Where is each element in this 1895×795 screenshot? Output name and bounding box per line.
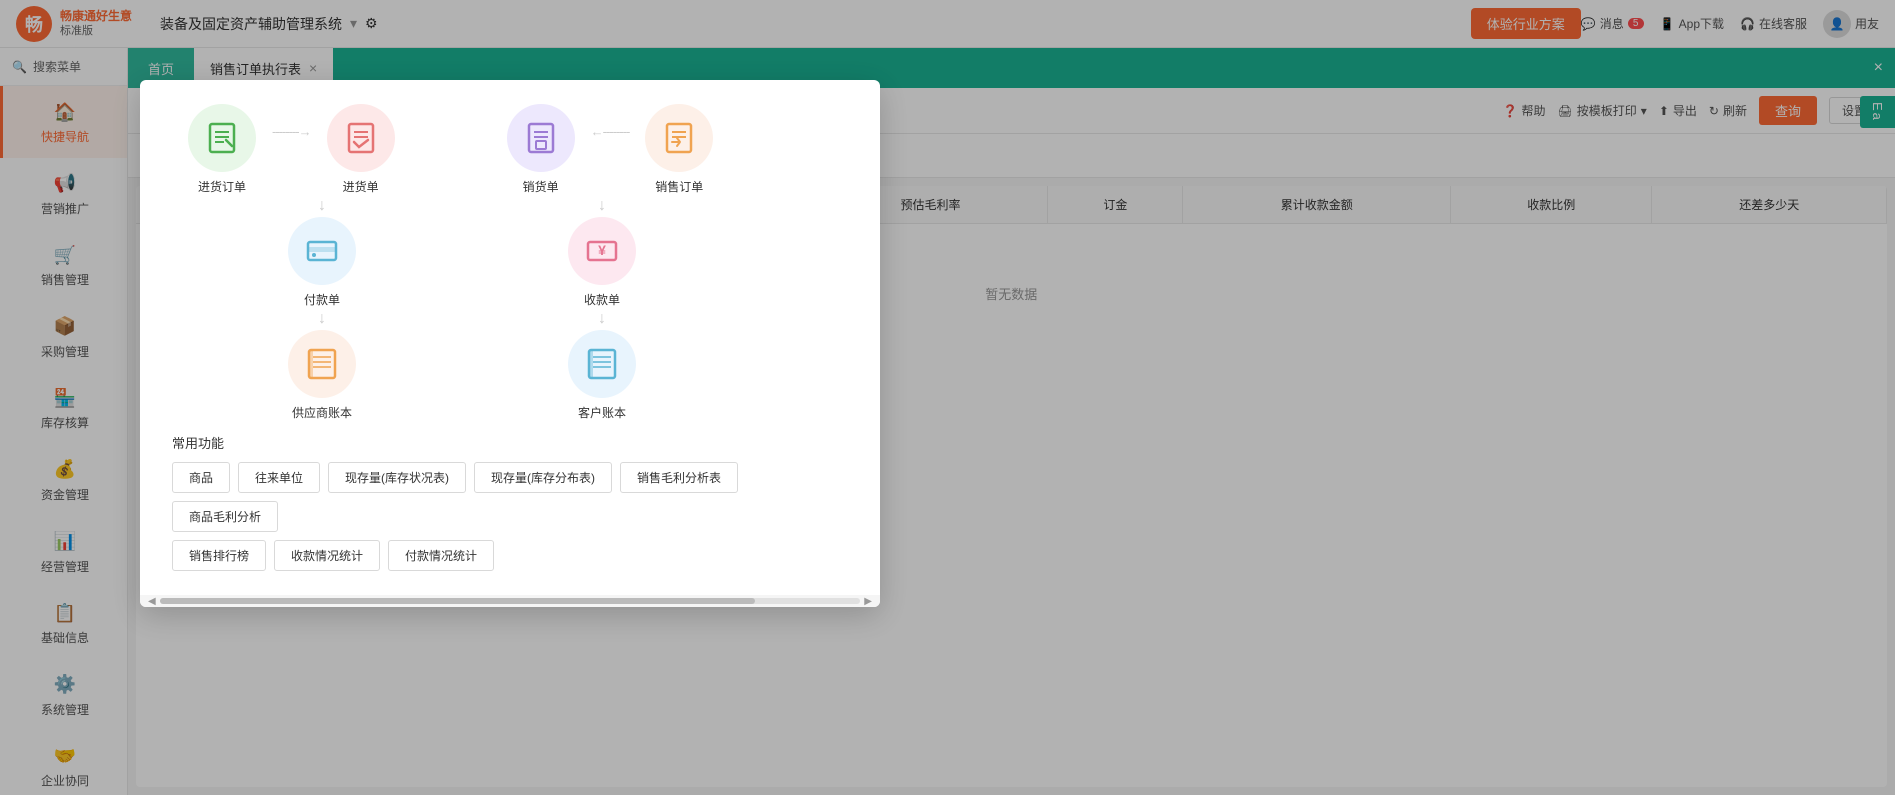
receipt-bill-circle: ¥ xyxy=(568,217,636,285)
down-arrow-purchase-bill: ↓ xyxy=(272,195,372,217)
purchase-order-circle xyxy=(188,104,256,172)
payment-bill-circle xyxy=(288,217,356,285)
supplier-ledger-label: 供应商账本 xyxy=(292,404,352,421)
modal-body: 进货订单 --------→ 进货单 xyxy=(140,80,880,595)
modal-overlay: 进货订单 --------→ 进货单 xyxy=(0,0,1895,795)
payment-bill-node[interactable]: 付款单 xyxy=(272,217,372,308)
down-arrow-receipt: ↓ xyxy=(552,308,652,330)
sale-bill-circle xyxy=(507,104,575,172)
func-btn-sale-rank[interactable]: 销售排行榜 xyxy=(172,540,266,571)
receipt-bill-node[interactable]: ¥ 收款单 xyxy=(552,217,652,308)
supplier-ledger-node[interactable]: 供应商账本 xyxy=(272,330,372,421)
sale-bill-label: 销货单 xyxy=(523,178,559,195)
sale-order-circle xyxy=(645,104,713,172)
purchase-bill-node[interactable]: 进货单 xyxy=(311,104,411,195)
func-btn-product[interactable]: 商品 xyxy=(172,462,230,493)
purchase-order-node[interactable]: 进货订单 xyxy=(172,104,272,195)
scrollbar-track[interactable] xyxy=(160,598,861,604)
svg-text:¥: ¥ xyxy=(598,242,606,258)
scrollbar-left-arrow[interactable]: ◀ xyxy=(148,596,156,607)
func-grid-row2: 销售排行榜 收款情况统计 付款情况统计 xyxy=(172,540,848,571)
sale-order-label: 销售订单 xyxy=(655,178,703,195)
purchase-order-label: 进货订单 xyxy=(198,178,246,195)
supplier-ledger-circle xyxy=(288,330,356,398)
func-btn-partner[interactable]: 往来单位 xyxy=(238,462,320,493)
down-arrow-payment: ↓ xyxy=(272,308,372,330)
receipt-bill-label: 收款单 xyxy=(584,291,620,308)
purchase-bill-label: 进货单 xyxy=(343,178,379,195)
sale-order-node[interactable]: 销售订单 xyxy=(629,104,729,195)
customer-ledger-label: 客户账本 xyxy=(578,404,626,421)
scrollbar-right-arrow[interactable]: ▶ xyxy=(864,596,872,607)
common-functions: 常用功能 商品 往来单位 现存量(库存状况表) 现存量(库存分布表) 销售毛利分… xyxy=(172,433,848,571)
func-btn-stock-status[interactable]: 现存量(库存状况表) xyxy=(328,462,466,493)
customer-ledger-node[interactable]: 客户账本 xyxy=(552,330,652,421)
func-btn-receipt-stat[interactable]: 收款情况统计 xyxy=(274,540,380,571)
down-arrow-sale-bill: ↓ xyxy=(552,195,652,217)
arrow-sale-order-to-bill: ←-------- xyxy=(591,104,630,163)
purchase-bill-circle xyxy=(327,104,395,172)
func-btn-sale-profit[interactable]: 销售毛利分析表 xyxy=(620,462,738,493)
modal-scrollbar: ◀ ▶ xyxy=(140,595,880,607)
func-btn-stock-dist[interactable]: 现存量(库存分布表) xyxy=(474,462,612,493)
sale-bill-node[interactable]: 销货单 xyxy=(491,104,591,195)
arrow-purchase-order-to-bill: --------→ xyxy=(272,104,311,163)
flow-modal: 进货订单 --------→ 进货单 xyxy=(140,80,880,607)
payment-bill-label: 付款单 xyxy=(304,291,340,308)
customer-ledger-circle xyxy=(568,330,636,398)
scrollbar-thumb xyxy=(160,598,756,604)
func-btn-payment-stat[interactable]: 付款情况统计 xyxy=(388,540,494,571)
common-title: 常用功能 xyxy=(172,433,848,452)
func-btn-product-profit[interactable]: 商品毛利分析 xyxy=(172,501,278,532)
func-grid-row1: 商品 往来单位 现存量(库存状况表) 现存量(库存分布表) 销售毛利分析表 商品… xyxy=(172,462,848,532)
